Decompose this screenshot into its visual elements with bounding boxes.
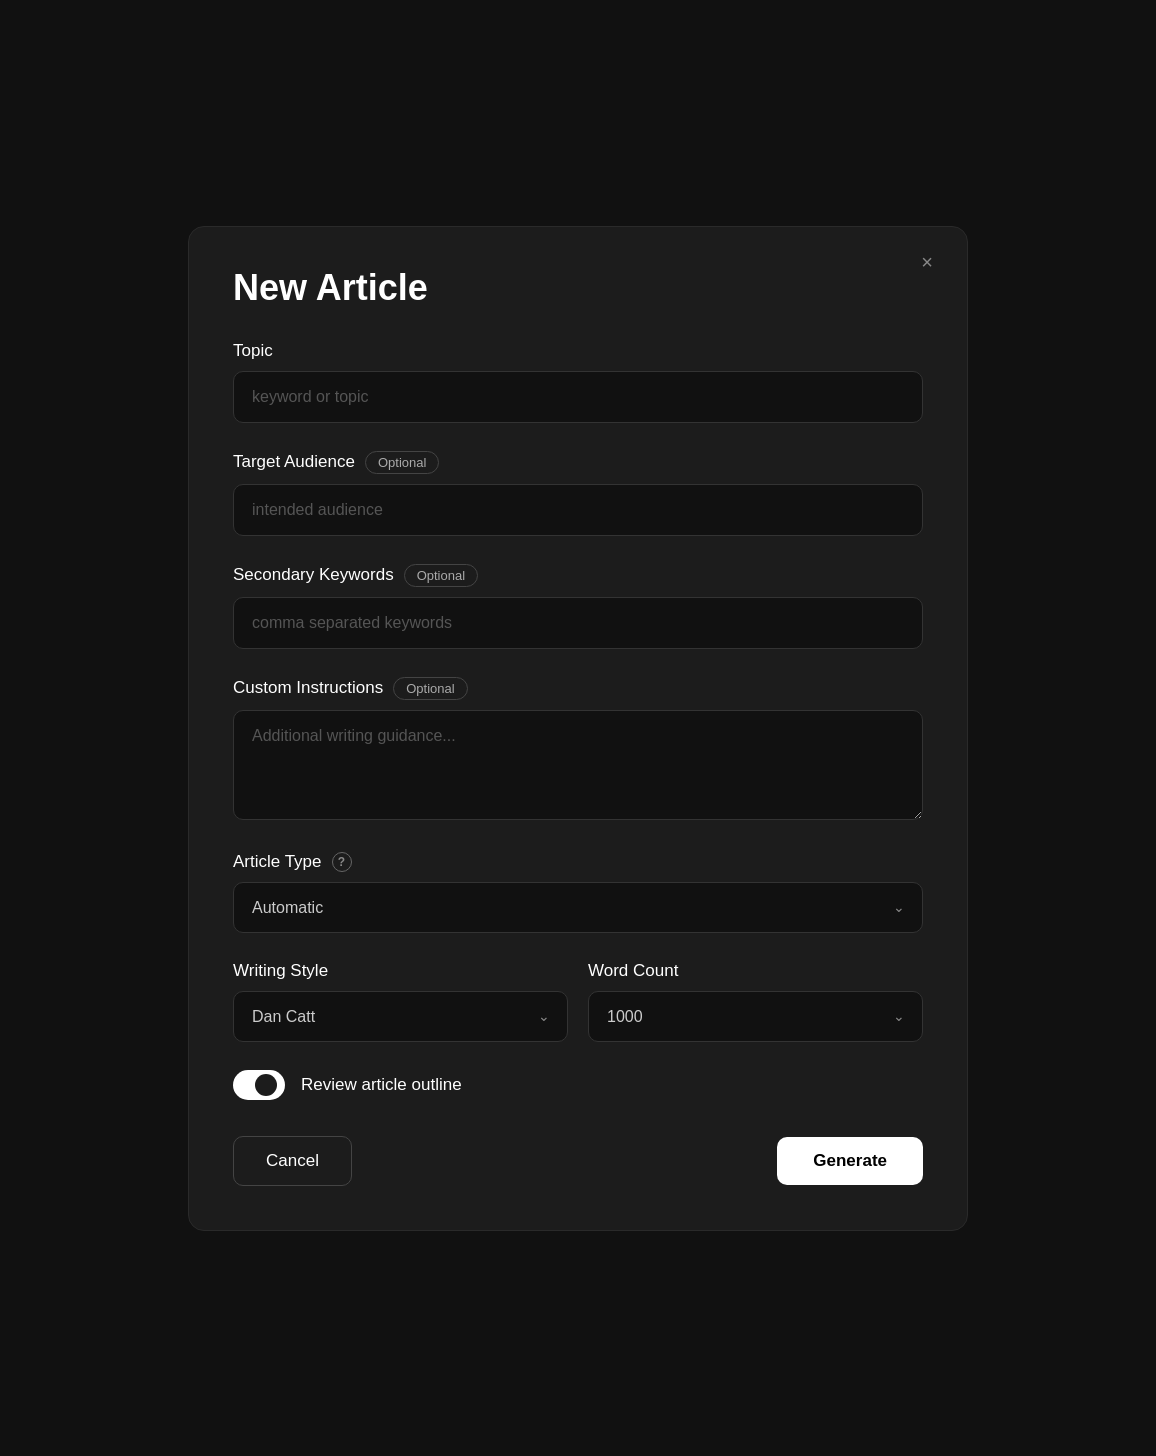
button-row: Cancel Generate xyxy=(233,1136,923,1186)
article-type-help-icon[interactable]: ? xyxy=(332,852,352,872)
article-type-select-wrapper: Automatic Blog Post How-To Guide Listicl… xyxy=(233,882,923,933)
modal-container: × New Article Topic Target Audience Opti… xyxy=(188,226,968,1231)
writing-style-word-count-row: Writing Style Dan Catt Casual Profession… xyxy=(233,961,923,1070)
target-audience-optional-badge: Optional xyxy=(365,451,439,474)
review-toggle-label: Review article outline xyxy=(301,1075,462,1095)
toggle-thumb xyxy=(255,1074,277,1096)
writing-style-field-group: Writing Style Dan Catt Casual Profession… xyxy=(233,961,568,1042)
custom-instructions-textarea[interactable] xyxy=(233,710,923,820)
word-count-label: Word Count xyxy=(588,961,678,981)
generate-button[interactable]: Generate xyxy=(777,1137,923,1185)
word-count-select-wrapper: 500 750 1000 1500 2000 2500 ⌄ xyxy=(588,991,923,1042)
target-audience-field-group: Target Audience Optional xyxy=(233,451,923,536)
topic-input[interactable] xyxy=(233,371,923,423)
article-type-select[interactable]: Automatic Blog Post How-To Guide Listicl… xyxy=(233,882,923,933)
target-audience-label: Target Audience xyxy=(233,452,355,472)
target-audience-input[interactable] xyxy=(233,484,923,536)
toggle-track xyxy=(233,1070,285,1100)
secondary-keywords-optional-badge: Optional xyxy=(404,564,478,587)
custom-instructions-optional-badge: Optional xyxy=(393,677,467,700)
custom-instructions-label: Custom Instructions xyxy=(233,678,383,698)
article-type-label: Article Type xyxy=(233,852,322,872)
word-count-field-group: Word Count 500 750 1000 1500 2000 2500 ⌄ xyxy=(588,961,923,1042)
modal-overlay: × New Article Topic Target Audience Opti… xyxy=(0,0,1156,1456)
custom-instructions-field-group: Custom Instructions Optional xyxy=(233,677,923,824)
writing-style-select[interactable]: Dan Catt Casual Professional Technical xyxy=(233,991,568,1042)
topic-label: Topic xyxy=(233,341,273,361)
writing-style-label: Writing Style xyxy=(233,961,328,981)
writing-style-select-wrapper: Dan Catt Casual Professional Technical ⌄ xyxy=(233,991,568,1042)
word-count-select[interactable]: 500 750 1000 1500 2000 2500 xyxy=(588,991,923,1042)
modal-title: New Article xyxy=(233,267,923,309)
secondary-keywords-label: Secondary Keywords xyxy=(233,565,394,585)
topic-field-group: Topic xyxy=(233,341,923,423)
article-type-field-group: Article Type ? Automatic Blog Post How-T… xyxy=(233,852,923,933)
close-button[interactable]: × xyxy=(911,247,943,279)
secondary-keywords-input[interactable] xyxy=(233,597,923,649)
secondary-keywords-field-group: Secondary Keywords Optional xyxy=(233,564,923,649)
review-toggle-row: Review article outline xyxy=(233,1070,923,1100)
cancel-button[interactable]: Cancel xyxy=(233,1136,352,1186)
review-toggle-switch[interactable] xyxy=(233,1070,285,1100)
